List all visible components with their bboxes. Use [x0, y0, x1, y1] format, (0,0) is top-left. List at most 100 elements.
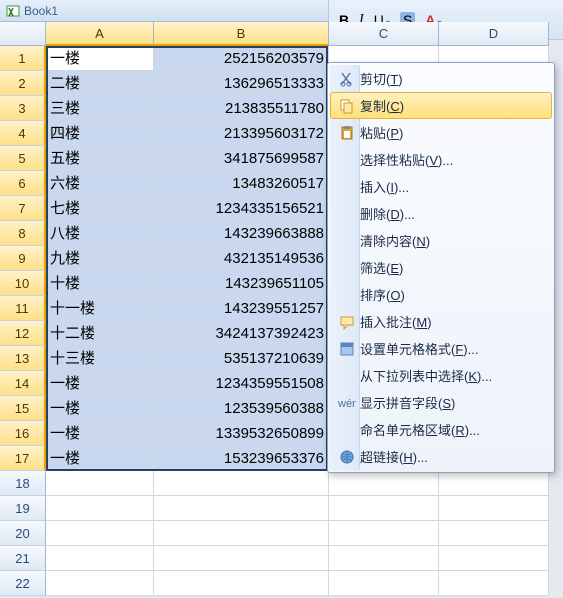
- cell[interactable]: 123539560388: [154, 396, 329, 421]
- cell[interactable]: 1234359551508: [154, 371, 329, 396]
- cell[interactable]: 1234335156521: [154, 196, 329, 221]
- context-menu-item[interactable]: 选择性粘贴(V)...: [330, 146, 552, 173]
- row-header[interactable]: 2: [0, 71, 46, 96]
- cell[interactable]: 四楼: [46, 121, 154, 146]
- cell[interactable]: [329, 496, 439, 521]
- cell[interactable]: [46, 471, 154, 496]
- cell[interactable]: 一楼: [46, 396, 154, 421]
- context-menu-item[interactable]: 排序(O): [330, 281, 552, 308]
- column-header-C[interactable]: C: [329, 22, 439, 46]
- context-menu-item[interactable]: 筛选(E): [330, 254, 552, 281]
- cell[interactable]: 七楼: [46, 196, 154, 221]
- cell[interactable]: 3424137392423: [154, 321, 329, 346]
- cell[interactable]: [46, 496, 154, 521]
- row-header[interactable]: 7: [0, 196, 46, 221]
- cell[interactable]: [439, 496, 549, 521]
- row-header[interactable]: 9: [0, 246, 46, 271]
- cell[interactable]: [154, 571, 329, 596]
- cell[interactable]: [329, 546, 439, 571]
- cell[interactable]: 二楼: [46, 71, 154, 96]
- cell[interactable]: [46, 521, 154, 546]
- cell[interactable]: 213395603172: [154, 121, 329, 146]
- row-header[interactable]: 6: [0, 171, 46, 196]
- cell[interactable]: [154, 496, 329, 521]
- row-header[interactable]: 18: [0, 471, 46, 496]
- context-menu-item[interactable]: wén显示拼音字段(S): [330, 389, 552, 416]
- cell[interactable]: [439, 571, 549, 596]
- cell[interactable]: 一楼: [46, 446, 154, 471]
- cell[interactable]: 143239651105: [154, 271, 329, 296]
- cell[interactable]: 三楼: [46, 96, 154, 121]
- cell[interactable]: 432135149536: [154, 246, 329, 271]
- cell[interactable]: 十一楼: [46, 296, 154, 321]
- context-menu-label: 排序(O): [360, 285, 544, 304]
- cell[interactable]: [439, 471, 549, 496]
- row-header[interactable]: 16: [0, 421, 46, 446]
- context-menu-item[interactable]: 删除(D)...: [330, 200, 552, 227]
- cell[interactable]: [329, 571, 439, 596]
- cell[interactable]: 十楼: [46, 271, 154, 296]
- cell[interactable]: 1339532650899: [154, 421, 329, 446]
- cell[interactable]: 252156203579: [154, 46, 329, 71]
- column-header-A[interactable]: A: [46, 22, 154, 46]
- row-header[interactable]: 13: [0, 346, 46, 371]
- column-header-B[interactable]: B: [154, 22, 329, 46]
- cell[interactable]: [329, 471, 439, 496]
- cell[interactable]: 五楼: [46, 146, 154, 171]
- row-header[interactable]: 8: [0, 221, 46, 246]
- cell[interactable]: [154, 471, 329, 496]
- row-header[interactable]: 11: [0, 296, 46, 321]
- row-header[interactable]: 15: [0, 396, 46, 421]
- cell[interactable]: 六楼: [46, 171, 154, 196]
- context-menu-item[interactable]: 从下拉列表中选择(K)...: [330, 362, 552, 389]
- context-menu-item[interactable]: 超链接(H)...: [330, 443, 552, 470]
- cell[interactable]: [439, 521, 549, 546]
- cell[interactable]: 213835511780: [154, 96, 329, 121]
- context-menu-item[interactable]: 剪切(T): [330, 65, 552, 92]
- row-header[interactable]: 4: [0, 121, 46, 146]
- context-menu-item[interactable]: 复制(C): [330, 92, 552, 119]
- row-header[interactable]: 21: [0, 546, 46, 571]
- row-header[interactable]: 19: [0, 496, 46, 521]
- cell[interactable]: 143239663888: [154, 221, 329, 246]
- row-header[interactable]: 3: [0, 96, 46, 121]
- cell[interactable]: 143239551257: [154, 296, 329, 321]
- cell[interactable]: 13483260517: [154, 171, 329, 196]
- cell[interactable]: [46, 571, 154, 596]
- context-menu-item[interactable]: 插入批注(M): [330, 308, 552, 335]
- row-header[interactable]: 1: [0, 46, 46, 71]
- row-header[interactable]: 17: [0, 446, 46, 471]
- cell[interactable]: [46, 546, 154, 571]
- context-menu-item[interactable]: 插入(I)...: [330, 173, 552, 200]
- context-menu-item[interactable]: 清除内容(N): [330, 227, 552, 254]
- cell[interactable]: 一楼: [46, 421, 154, 446]
- cell[interactable]: 十二楼: [46, 321, 154, 346]
- context-menu-item[interactable]: 命名单元格区域(R)...: [330, 416, 552, 443]
- cell[interactable]: 一楼: [46, 371, 154, 396]
- cell[interactable]: 535137210639: [154, 346, 329, 371]
- cell[interactable]: 153239653376: [154, 446, 329, 471]
- cell[interactable]: 八楼: [46, 221, 154, 246]
- cell[interactable]: [154, 521, 329, 546]
- row-header[interactable]: 12: [0, 321, 46, 346]
- select-all-corner[interactable]: [0, 22, 46, 46]
- cell[interactable]: [439, 546, 549, 571]
- context-menu-label: 剪切(T): [360, 69, 544, 88]
- row-header[interactable]: 5: [0, 146, 46, 171]
- context-menu-item[interactable]: 粘贴(P): [330, 119, 552, 146]
- column-header-D[interactable]: D: [439, 22, 549, 46]
- comment-icon: [334, 314, 360, 330]
- cell[interactable]: 十三楼: [46, 346, 154, 371]
- cell[interactable]: 一楼: [46, 46, 154, 71]
- row-header[interactable]: 14: [0, 371, 46, 396]
- row-header[interactable]: 20: [0, 521, 46, 546]
- cell[interactable]: 九楼: [46, 246, 154, 271]
- column-headers: ABCD: [46, 22, 563, 46]
- cell[interactable]: 136296513333: [154, 71, 329, 96]
- context-menu-item[interactable]: 设置单元格格式(F)...: [330, 335, 552, 362]
- row-header[interactable]: 10: [0, 271, 46, 296]
- cell[interactable]: 341875699587: [154, 146, 329, 171]
- cell[interactable]: [154, 546, 329, 571]
- row-header[interactable]: 22: [0, 571, 46, 596]
- cell[interactable]: [329, 521, 439, 546]
